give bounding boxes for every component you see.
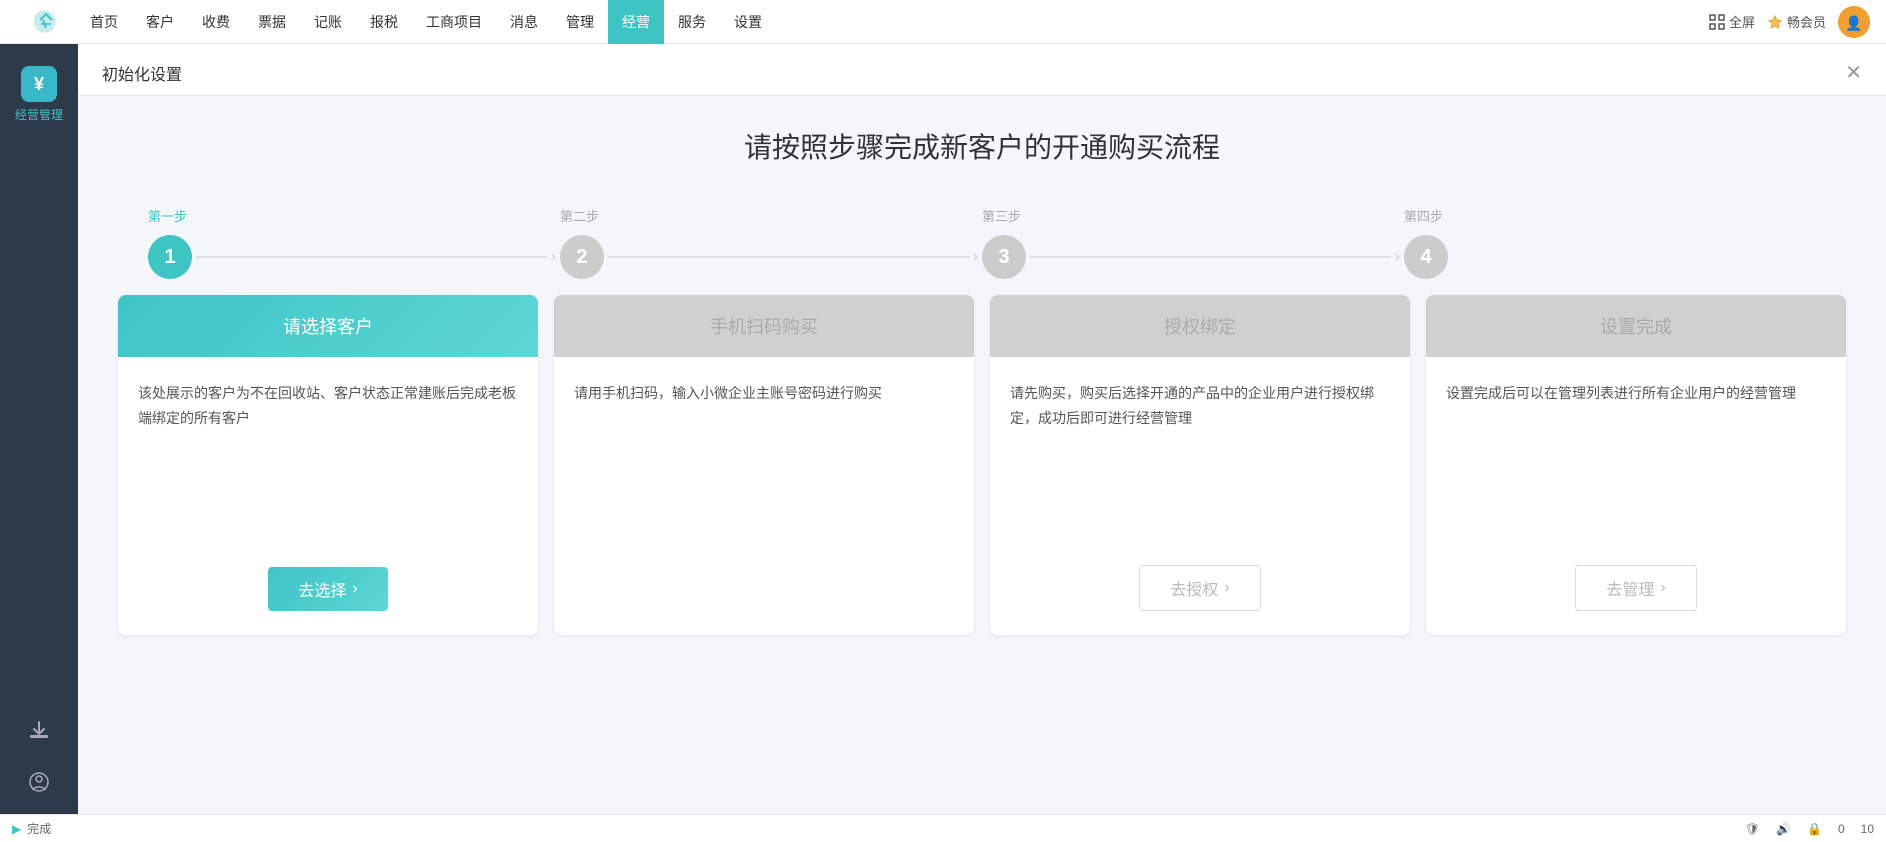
step1-arrow: › [551, 248, 556, 266]
cards-row: 请选择客户 该处展示的客户为不在回收站、客户状态正常建账后完成老板端绑定的所有客… [118, 295, 1846, 635]
main-content: 初始化设置 ✕ 请按照步骤完成新客户的开通购买流程 第一步 1 › 第二步 2 [78, 44, 1886, 814]
step1-indicator: 1 › [138, 235, 560, 279]
nav-home[interactable]: 首页 [76, 0, 132, 44]
nav-business[interactable]: 工商项目 [412, 0, 496, 44]
nav-accounting[interactable]: 记账 [300, 0, 356, 44]
step1-header: 第一步 1 › [138, 206, 560, 279]
support-icon[interactable] [17, 760, 61, 804]
step4-indicator: 4 [1404, 235, 1826, 279]
step4-header: 第四步 4 [1404, 206, 1826, 279]
step3-indicator: 3 › [982, 235, 1404, 279]
step3-action-button[interactable]: 去授权 › [1139, 565, 1260, 611]
step2-arrow: › [973, 248, 978, 266]
step3-arrow: › [1395, 248, 1400, 266]
svg-text:👤: 👤 [1845, 15, 1862, 32]
status-bar: ▶ 完成 🛡 🔊 🔒 0 10 [0, 814, 1886, 842]
nav-menu: 首页 客户 收费 票据 记账 报税 工商项目 消息 管理 经营 服务 设置 [76, 0, 1709, 44]
step4-label: 第四步 [1404, 206, 1443, 225]
sidebar-bottom [17, 708, 61, 814]
step1-card: 请选择客户 该处展示的客户为不在回收站、客户状态正常建账后完成老板端绑定的所有客… [118, 295, 538, 635]
step4-card-footer: 去管理 › [1426, 549, 1846, 635]
step3-label: 第三步 [982, 206, 1021, 225]
step2-card-footer [554, 595, 974, 635]
nav-message[interactable]: 消息 [496, 0, 552, 44]
step2-card-header: 手机扫码购买 [554, 295, 974, 357]
step2-line [608, 256, 969, 258]
step1-card-body: 该处展示的客户为不在回收站、客户状态正常建账后完成老板端绑定的所有客户 [118, 357, 538, 551]
top-navigation: 首页 客户 收费 票据 记账 报税 工商项目 消息 管理 经营 服务 设置 全屏… [0, 0, 1886, 44]
status-pages: 10 [1861, 822, 1874, 836]
step2-circle: 2 [560, 235, 604, 279]
step1-btn-label: 去选择 [298, 577, 346, 601]
step1-label: 第一步 [148, 206, 187, 225]
fullscreen-button[interactable]: 全屏 [1709, 12, 1755, 31]
nav-invoice[interactable]: 票据 [244, 0, 300, 44]
nav-tax[interactable]: 报税 [356, 0, 412, 44]
step1-card-footer: 去选择 › [118, 551, 538, 635]
step3-header: 第三步 3 › [982, 206, 1404, 279]
vip-button[interactable]: 畅会员 [1767, 12, 1826, 31]
download-icon[interactable] [17, 708, 61, 752]
step4-card: 设置完成 设置完成后可以在管理列表进行所有企业用户的经营管理 去管理 › [1426, 295, 1846, 635]
wizard-content: 请按照步骤完成新客户的开通购买流程 第一步 1 › 第二步 2 › [78, 96, 1886, 665]
wizard-main-title: 请按照步骤完成新客户的开通购买流程 [118, 126, 1846, 166]
sidebar-operation-label: 经营管理 [15, 106, 63, 123]
sidebar-item-operation[interactable]: ¥ 经营管理 [0, 54, 78, 135]
page-header: 初始化设置 ✕ [78, 44, 1886, 96]
top-nav-right: 全屏 畅会员 👤 [1709, 6, 1870, 38]
nav-settings[interactable]: 设置 [720, 0, 776, 44]
step2-label: 第二步 [560, 206, 599, 225]
step3-card-body: 请先购买，购买后选择开通的产品中的企业用户进行授权绑定，成功后即可进行经营管理 [990, 357, 1410, 549]
nav-customer[interactable]: 客户 [132, 0, 188, 44]
step2-card-body: 请用手机扫码，输入小微企业主账号密码进行购买 [554, 357, 974, 595]
step2-header: 第二步 2 › [560, 206, 982, 279]
step4-btn-symbol: › [1660, 579, 1665, 597]
step2-card: 手机扫码购买 请用手机扫码，输入小微企业主账号密码进行购买 [554, 295, 974, 635]
status-count: 0 [1838, 822, 1845, 836]
shield-icon: 🛡 [1745, 822, 1760, 836]
operation-icon: ¥ [21, 66, 57, 102]
step3-circle: 3 [982, 235, 1026, 279]
step4-card-header: 设置完成 [1426, 295, 1846, 357]
step3-card-header: 授权绑定 [990, 295, 1410, 357]
lock-icon: 🔒 [1807, 822, 1822, 836]
nav-billing[interactable]: 收费 [188, 0, 244, 44]
step1-btn-symbol: › [352, 580, 357, 598]
vip-label: 畅会员 [1787, 12, 1826, 31]
step3-btn-label: 去授权 [1170, 576, 1218, 600]
step4-btn-label: 去管理 [1606, 576, 1654, 600]
step3-btn-symbol: › [1224, 579, 1229, 597]
step2-indicator: 2 › [560, 235, 982, 279]
step4-circle: 4 [1404, 235, 1448, 279]
fullscreen-label: 全屏 [1729, 12, 1755, 31]
step4-action-button[interactable]: 去管理 › [1575, 565, 1696, 611]
nav-service[interactable]: 服务 [664, 0, 720, 44]
status-text: 完成 [27, 820, 51, 837]
status-right: 🛡 🔊 🔒 0 10 [1745, 822, 1874, 836]
nav-manage[interactable]: 管理 [552, 0, 608, 44]
close-button[interactable]: ✕ [1845, 60, 1862, 85]
step4-card-body: 设置完成后可以在管理列表进行所有企业用户的经营管理 [1426, 357, 1846, 549]
play-icon: ▶ [12, 822, 21, 836]
volume-icon: 🔊 [1776, 822, 1791, 836]
user-avatar[interactable]: 👤 [1838, 6, 1870, 38]
step1-action-button[interactable]: 去选择 › [268, 567, 387, 611]
step1-line [196, 256, 547, 258]
status-left: ▶ 完成 [12, 820, 51, 837]
steps-indicator-row: 第一步 1 › 第二步 2 › 第三步 3 [118, 206, 1846, 279]
nav-operation[interactable]: 经营 [608, 0, 664, 44]
app-logo [16, 6, 76, 38]
step1-card-header: 请选择客户 [118, 295, 538, 357]
step1-circle: 1 [148, 235, 192, 279]
step3-card-footer: 去授权 › [990, 549, 1410, 635]
step3-card: 授权绑定 请先购买，购买后选择开通的产品中的企业用户进行授权绑定，成功后即可进行… [990, 295, 1410, 635]
page-title: 初始化设置 [102, 61, 182, 85]
sidebar: ¥ 经营管理 [0, 44, 78, 814]
step3-line [1030, 256, 1391, 258]
